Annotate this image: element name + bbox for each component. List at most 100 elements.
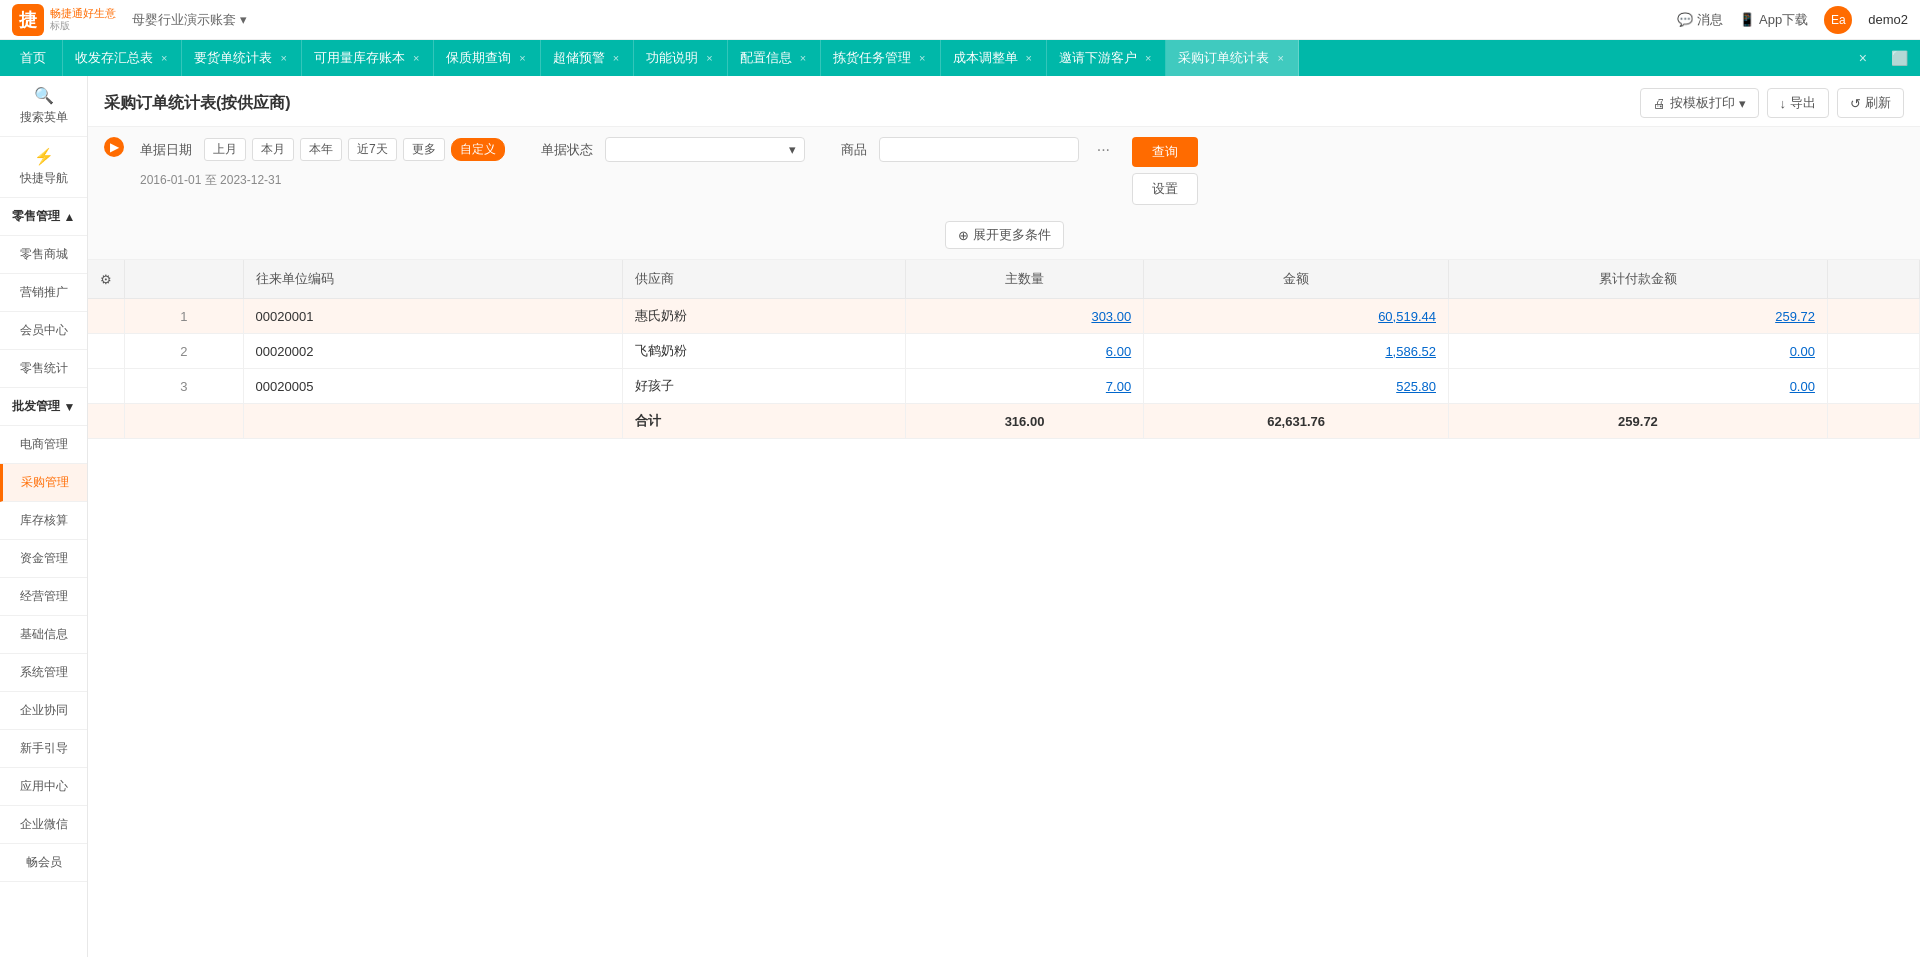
logo-area: 捷 畅捷通好生意 标版 bbox=[12, 4, 116, 36]
download-icon: 📱 bbox=[1739, 12, 1755, 27]
row-amount-1[interactable]: 60,519.44 bbox=[1144, 299, 1449, 334]
row-qty-3[interactable]: 7.00 bbox=[905, 369, 1143, 404]
row-amount-2[interactable]: 1,586.52 bbox=[1144, 334, 1449, 369]
shortcut-7days[interactable]: 近7天 bbox=[348, 138, 397, 161]
col-settings[interactable]: ⚙ bbox=[88, 260, 125, 299]
tab-inventory-book[interactable]: 可用量库存账本 × bbox=[302, 40, 434, 76]
filter-left: 单据日期 上月 本月 本年 近7天 更多 自定义 单据状态 ▾ bbox=[140, 137, 1116, 189]
footer-settings bbox=[88, 404, 125, 439]
row-paid-2[interactable]: 0.00 bbox=[1448, 334, 1827, 369]
query-buttons: 查询 设置 bbox=[1132, 137, 1198, 205]
data-table: ⚙ 往来单位编码 供应商 主数量 金额 累计付款金额 1 00020001 bbox=[88, 260, 1920, 439]
query-button[interactable]: 查询 bbox=[1132, 137, 1198, 167]
close-tab-over-storage[interactable]: × bbox=[611, 50, 621, 66]
close-tab-func-desc[interactable]: × bbox=[704, 50, 714, 66]
message-icon: 💬 bbox=[1677, 12, 1693, 27]
sidebar-item-enterprise[interactable]: 企业协同 bbox=[0, 692, 87, 730]
sidebar-item-retail[interactable]: 零售管理 ▲ bbox=[0, 198, 87, 236]
close-tab-invite-downstream[interactable]: × bbox=[1143, 50, 1153, 66]
chevron-down-icon: ▾ bbox=[1739, 96, 1746, 111]
close-tab-inventory-book[interactable]: × bbox=[411, 50, 421, 66]
tab-purchase-summary[interactable]: 要货单统计表 × bbox=[182, 40, 301, 76]
row-code-1: 00020001 bbox=[243, 299, 622, 334]
refresh-button[interactable]: ↺ 刷新 bbox=[1837, 88, 1904, 118]
close-tab-pick-task[interactable]: × bbox=[917, 50, 927, 66]
tab-invite-downstream[interactable]: 邀请下游客户 × bbox=[1047, 40, 1166, 76]
template-print-button[interactable]: 🖨 按模板打印 ▾ bbox=[1640, 88, 1759, 118]
user-name[interactable]: demo2 bbox=[1868, 12, 1908, 27]
shortcut-this-month[interactable]: 本月 bbox=[252, 138, 294, 161]
sidebar-item-new-guide[interactable]: 新手引导 bbox=[0, 730, 87, 768]
close-tab-purchase-summary[interactable]: × bbox=[278, 50, 288, 66]
col-num-header bbox=[125, 260, 244, 299]
tab-pick-task[interactable]: 拣货任务管理 × bbox=[821, 40, 940, 76]
sidebar-item-retail-stats[interactable]: 零售统计 bbox=[0, 350, 87, 388]
sidebar-item-purchase[interactable]: 采购管理 bbox=[0, 464, 87, 502]
shortcut-this-year[interactable]: 本年 bbox=[300, 138, 342, 161]
tab-purchase-order-summary[interactable]: 采购订单统计表 × bbox=[1166, 40, 1298, 76]
expand-conditions-button[interactable]: ⊕ 展开更多条件 bbox=[945, 221, 1064, 249]
export-button[interactable]: ↓ 导出 bbox=[1767, 88, 1830, 118]
tab-expiry-query[interactable]: 保质期查询 × bbox=[434, 40, 540, 76]
tab-over-storage[interactable]: 超储预警 × bbox=[541, 40, 634, 76]
goods-input[interactable] bbox=[879, 137, 1079, 162]
row-paid-1[interactable]: 259.72 bbox=[1448, 299, 1827, 334]
row-num-2: 2 bbox=[125, 334, 244, 369]
sidebar-item-wholesale[interactable]: 批发管理 ▼ bbox=[0, 388, 87, 426]
row-paid-3[interactable]: 0.00 bbox=[1448, 369, 1827, 404]
close-tab-config-info[interactable]: × bbox=[798, 50, 808, 66]
shortcut-more[interactable]: 更多 bbox=[403, 138, 445, 161]
nav-tabs-end: × ⬜ bbox=[1851, 46, 1916, 70]
row-extra-2 bbox=[1827, 334, 1919, 369]
sidebar-item-inventory[interactable]: 库存核算 bbox=[0, 502, 87, 540]
close-tab-cost-adjust[interactable]: × bbox=[1024, 50, 1034, 66]
tab-home[interactable]: 首页 bbox=[4, 40, 63, 76]
sidebar-item-enterprise-wechat[interactable]: 企业微信 bbox=[0, 806, 87, 844]
tab-cost-adjust[interactable]: 成本调整单 × bbox=[941, 40, 1047, 76]
collapse-button[interactable]: ▶ bbox=[104, 137, 124, 157]
nav-tabs: 首页 收发存汇总表 × 要货单统计表 × 可用量库存账本 × 保质期查询 × 超… bbox=[0, 40, 1920, 76]
workspace-selector[interactable]: 母婴行业演示账套 ▾ bbox=[124, 7, 255, 33]
close-tab-receive-summary[interactable]: × bbox=[159, 50, 169, 66]
close-all-tabs-button[interactable]: × bbox=[1851, 46, 1875, 70]
app-download-action[interactable]: 📱 App下载 bbox=[1739, 11, 1808, 29]
footer-num bbox=[125, 404, 244, 439]
sidebar-item-system[interactable]: 系统管理 bbox=[0, 654, 87, 692]
tab-receive-summary[interactable]: 收发存汇总表 × bbox=[63, 40, 182, 76]
sidebar-item-member2[interactable]: 畅会员 bbox=[0, 844, 87, 882]
row-qty-2[interactable]: 6.00 bbox=[905, 334, 1143, 369]
table-row: 1 00020001 惠氏奶粉 303.00 60,519.44 259.72 bbox=[88, 299, 1920, 334]
table-row: 3 00020005 好孩子 7.00 525.80 0.00 bbox=[88, 369, 1920, 404]
row-settings-1 bbox=[88, 299, 125, 334]
close-tab-purchase-order-summary[interactable]: × bbox=[1275, 50, 1285, 66]
sidebar-item-operations[interactable]: 经营管理 bbox=[0, 578, 87, 616]
close-tab-expiry-query[interactable]: × bbox=[517, 50, 527, 66]
sidebar-item-member[interactable]: 会员中心 bbox=[0, 312, 87, 350]
sidebar-item-app-center[interactable]: 应用中心 bbox=[0, 768, 87, 806]
row-amount-3[interactable]: 525.80 bbox=[1144, 369, 1449, 404]
restore-window-button[interactable]: ⬜ bbox=[1883, 46, 1916, 70]
more-options-button[interactable]: ··· bbox=[1091, 139, 1116, 161]
tab-func-desc[interactable]: 功能说明 × bbox=[634, 40, 727, 76]
status-select[interactable]: ▾ bbox=[605, 137, 805, 162]
page-header: 采购订单统计表(按供应商) 🖨 按模板打印 ▾ ↓ 导出 ↺ 刷新 bbox=[88, 76, 1920, 127]
avatar[interactable]: Ea bbox=[1824, 6, 1852, 34]
sidebar-item-ecommerce[interactable]: 电商管理 bbox=[0, 426, 87, 464]
settings-button[interactable]: 设置 bbox=[1132, 173, 1198, 205]
footer-row: 合计 316.00 62,631.76 259.72 bbox=[88, 404, 1920, 439]
sidebar-item-capital[interactable]: 资金管理 bbox=[0, 540, 87, 578]
sidebar-item-retail-shop[interactable]: 零售商城 bbox=[0, 236, 87, 274]
date-filter-label: 单据日期 bbox=[140, 141, 192, 159]
shortcut-last-month[interactable]: 上月 bbox=[204, 138, 246, 161]
col-supplier-header: 供应商 bbox=[622, 260, 905, 299]
table-footer: 合计 316.00 62,631.76 259.72 bbox=[88, 404, 1920, 439]
sidebar-item-marketing[interactable]: 营销推广 bbox=[0, 274, 87, 312]
sidebar-item-search[interactable]: 🔍 搜索英单 bbox=[0, 76, 87, 137]
sidebar-item-basic-info[interactable]: 基础信息 bbox=[0, 616, 87, 654]
row-qty-1[interactable]: 303.00 bbox=[905, 299, 1143, 334]
sidebar-item-quick-nav[interactable]: ⚡ 快捷导航 bbox=[0, 137, 87, 198]
chevron-icon: ▼ bbox=[64, 400, 76, 414]
shortcut-custom[interactable]: 自定义 bbox=[451, 138, 505, 161]
tab-config-info[interactable]: 配置信息 × bbox=[728, 40, 821, 76]
message-action[interactable]: 💬 消息 bbox=[1677, 11, 1723, 29]
